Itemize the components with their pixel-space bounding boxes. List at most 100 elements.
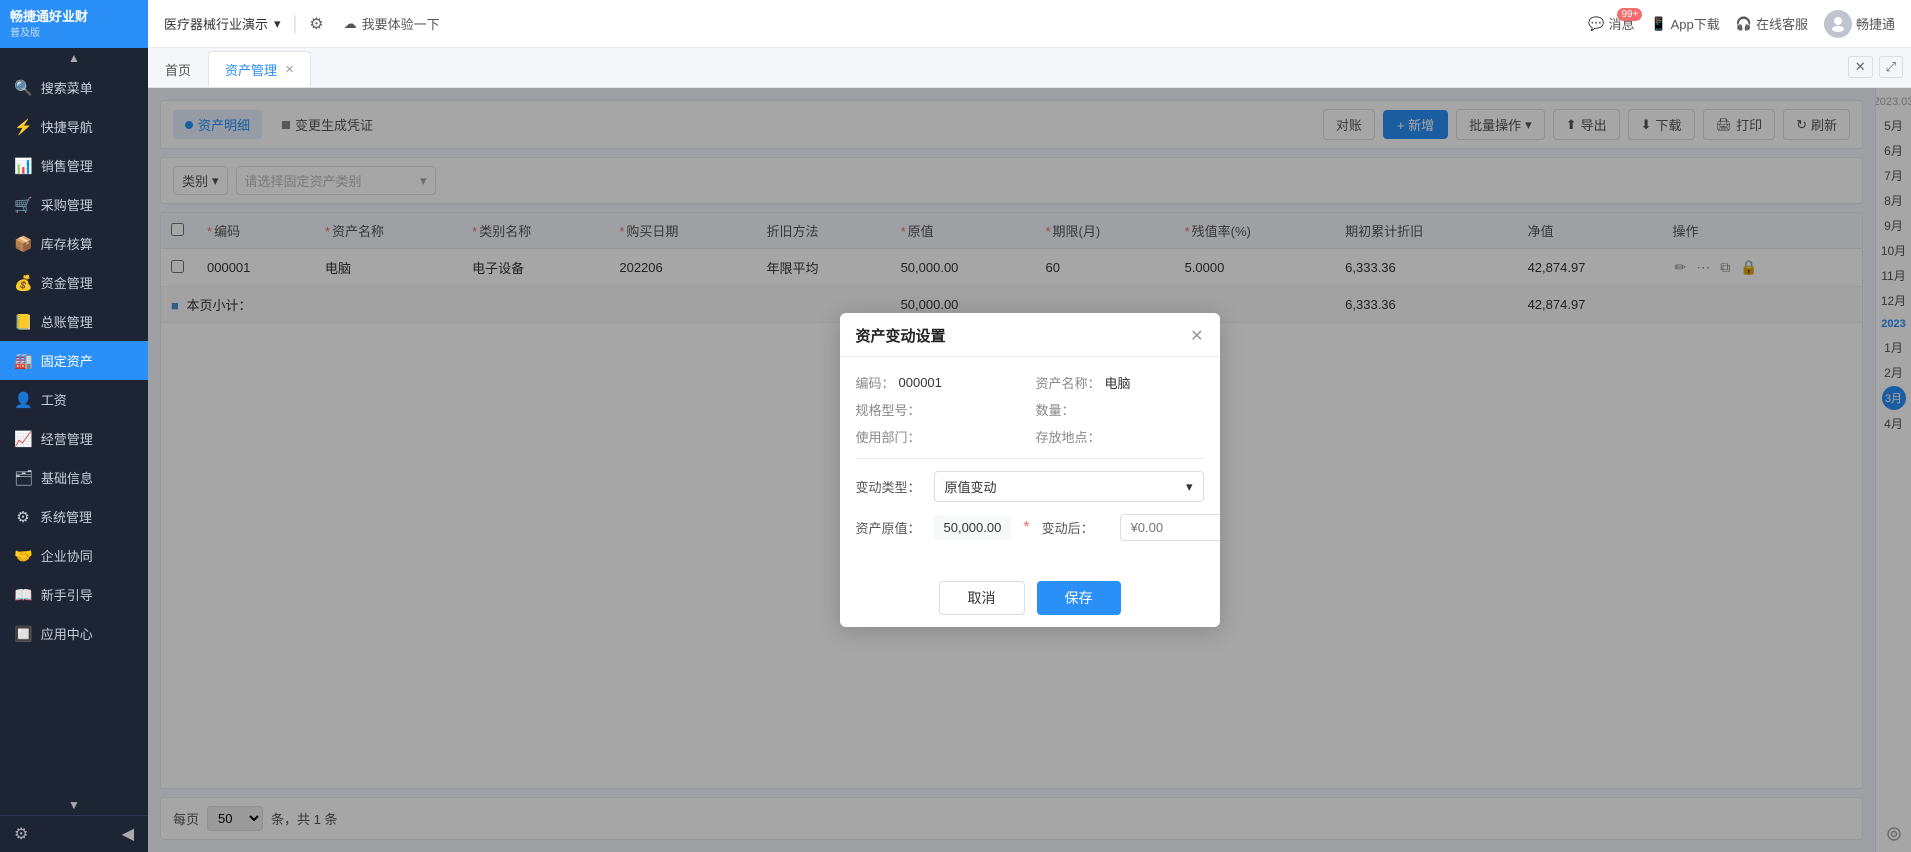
original-value-label: 资产原值： bbox=[856, 518, 926, 537]
online-service-label: 在线客服 bbox=[1756, 14, 1808, 33]
value-change-row: 资产原值： 50,000.00 * 变动后： bbox=[856, 514, 1204, 541]
headset-icon: 🎧 bbox=[1736, 16, 1752, 32]
sidebar-item-purchase[interactable]: 🛒 采购管理 bbox=[0, 185, 148, 224]
modal-name-label: 资产名称： bbox=[1036, 373, 1101, 392]
tab-close-button[interactable]: ✕ bbox=[1848, 56, 1873, 78]
change-type-value: 原值变动 bbox=[945, 477, 997, 496]
tab-asset-management[interactable]: 资产管理 ✕ bbox=[208, 51, 311, 87]
fixed-assets-icon: 🏭 bbox=[14, 352, 33, 370]
quick-nav-icon: ⚡ bbox=[14, 118, 33, 136]
online-service-btn[interactable]: 🎧 在线客服 bbox=[1736, 14, 1808, 33]
settings-icon[interactable]: ⚙ bbox=[14, 824, 28, 844]
sidebar-item-fixed-assets[interactable]: 🏭 固定资产 bbox=[0, 341, 148, 380]
modal-department-label: 使用部门： bbox=[856, 427, 921, 446]
modal-storage-item: 存放地点： bbox=[1036, 427, 1204, 446]
sidebar-scroll-down[interactable]: ▼ bbox=[0, 795, 148, 815]
tabbar-controls: ✕ ⤢ bbox=[1848, 47, 1911, 87]
ledger-icon: 📒 bbox=[14, 313, 33, 331]
modal-spec-label: 规格型号： bbox=[856, 400, 921, 419]
sidebar-item-label: 应用中心 bbox=[41, 624, 93, 643]
sidebar-item-label: 企业协同 bbox=[41, 546, 93, 565]
app-name: 畅捷通好业财 bbox=[10, 9, 88, 25]
company-selector[interactable]: 医疗器械行业演示 ▾ bbox=[164, 14, 281, 33]
sidebar-item-label: 总账管理 bbox=[41, 312, 93, 331]
search-icon: 🔍 bbox=[14, 79, 33, 97]
asset-tab-label: 资产管理 bbox=[225, 60, 277, 79]
sidebar-item-ledger[interactable]: 📒 总账管理 bbox=[0, 302, 148, 341]
sidebar-item-label: 工资 bbox=[41, 390, 67, 409]
collapse-icon[interactable]: ◀ bbox=[122, 824, 134, 844]
after-value-input[interactable] bbox=[1120, 514, 1220, 541]
sidebar-item-search[interactable]: 🔍 搜索菜单 bbox=[0, 68, 148, 107]
modal-quantity-label: 数量： bbox=[1036, 400, 1075, 419]
sidebar-item-label: 快捷导航 bbox=[41, 117, 93, 136]
message-icon: 💬 bbox=[1588, 16, 1604, 32]
sidebar-item-label: 采购管理 bbox=[41, 195, 93, 214]
after-label: 变动后： bbox=[1042, 518, 1112, 537]
username: 畅捷通 bbox=[1856, 14, 1895, 33]
sidebar-item-enterprise[interactable]: 🤝 企业协同 bbox=[0, 536, 148, 575]
sidebar-scroll-up[interactable]: ▲ bbox=[0, 48, 148, 68]
sidebar-item-quick-nav[interactable]: ⚡ 快捷导航 bbox=[0, 107, 148, 146]
modal-name-item: 资产名称： 电脑 bbox=[1036, 373, 1204, 392]
sidebar-item-system[interactable]: ⚙ 系统管理 bbox=[0, 497, 148, 536]
change-type-chevron-icon: ▾ bbox=[1186, 479, 1193, 495]
user-menu[interactable]: 畅捷通 bbox=[1824, 10, 1895, 38]
tab-home[interactable]: 首页 bbox=[148, 51, 208, 87]
modal-header: 资产变动设置 ✕ bbox=[840, 313, 1220, 357]
sidebar-item-app-center[interactable]: 🔲 应用中心 bbox=[0, 614, 148, 653]
modal-close-btn[interactable]: ✕ bbox=[1190, 326, 1203, 346]
modal-quantity-item: 数量： bbox=[1036, 400, 1204, 419]
cancel-btn[interactable]: 取消 bbox=[939, 581, 1025, 615]
modal-body: 编码： 000001 资产名称： 电脑 规格型号： 数量： bbox=[840, 357, 1220, 569]
sidebar-item-label: 系统管理 bbox=[40, 507, 92, 526]
modal-code-item: 编码： 000001 bbox=[856, 373, 1024, 392]
sidebar-bottom: ⚙ ◀ bbox=[0, 815, 148, 852]
sales-icon: 📊 bbox=[14, 157, 33, 175]
sidebar-item-label: 新手引导 bbox=[41, 585, 93, 604]
sidebar-nav: 🔍 搜索菜单 ⚡ 快捷导航 📊 销售管理 🛒 采购管理 📦 库存核算 💰 资金管… bbox=[0, 68, 148, 795]
settings-gear-icon[interactable]: ⚙ bbox=[309, 14, 323, 34]
modal-name-value: 电脑 bbox=[1105, 373, 1131, 392]
operations-icon: 📈 bbox=[14, 430, 33, 448]
sidebar-item-label: 经营管理 bbox=[41, 429, 93, 448]
sidebar-item-guide[interactable]: 📖 新手引导 bbox=[0, 575, 148, 614]
topbar: 医疗器械行业演示 ▾ | ⚙ ☁ 我要体验一下 💬 消息 99+ 📱 App下载… bbox=[148, 0, 1911, 48]
sidebar: 畅捷通好业财 普及版 ▲ 🔍 搜索菜单 ⚡ 快捷导航 📊 销售管理 🛒 采购管理… bbox=[0, 0, 148, 852]
sidebar-item-label: 基础信息 bbox=[41, 468, 93, 487]
sidebar-item-operations[interactable]: 📈 经营管理 bbox=[0, 419, 148, 458]
messages-btn[interactable]: 💬 消息 99+ bbox=[1588, 14, 1634, 33]
trial-btn[interactable]: ☁ 我要体验一下 bbox=[344, 14, 440, 33]
sidebar-item-label: 库存核算 bbox=[41, 234, 93, 253]
app-download-btn[interactable]: 📱 App下载 bbox=[1650, 14, 1719, 33]
inventory-icon: 📦 bbox=[14, 235, 33, 253]
sidebar-item-basic-info[interactable]: 🗂 基础信息 bbox=[0, 458, 148, 497]
modal-code-value: 000001 bbox=[899, 375, 942, 390]
save-btn[interactable]: 保存 bbox=[1037, 581, 1121, 615]
capital-icon: 💰 bbox=[14, 274, 33, 292]
sidebar-item-label: 销售管理 bbox=[41, 156, 93, 175]
sidebar-item-label: 固定资产 bbox=[41, 351, 93, 370]
avatar bbox=[1824, 10, 1852, 38]
tab-close-icon[interactable]: ✕ bbox=[285, 63, 294, 76]
content-area: 资产明细 变更生成凭证 对账 + 新增 批量操作 ▾ ⬆ bbox=[148, 88, 1911, 852]
change-type-label: 变动类型： bbox=[856, 477, 926, 496]
tabbar: 首页 资产管理 ✕ ✕ ⤢ bbox=[148, 48, 1911, 88]
sidebar-item-payroll[interactable]: 👤 工资 bbox=[0, 380, 148, 419]
app-download-label: App下载 bbox=[1671, 14, 1720, 33]
modal-overlay: 资产变动设置 ✕ 编码： 000001 资产名称： 电脑 bbox=[148, 88, 1911, 852]
system-icon: ⚙ bbox=[14, 508, 32, 526]
chevron-down-icon: ▾ bbox=[274, 16, 281, 32]
change-type-select[interactable]: 原值变动 ▾ bbox=[934, 471, 1204, 502]
modal-storage-label: 存放地点： bbox=[1036, 427, 1101, 446]
sidebar-item-label: 资金管理 bbox=[41, 273, 93, 292]
sidebar-item-inventory[interactable]: 📦 库存核算 bbox=[0, 224, 148, 263]
sidebar-item-capital[interactable]: 💰 资金管理 bbox=[0, 263, 148, 302]
basic-info-icon: 🗂 bbox=[14, 469, 33, 487]
messages-badge: 99+ bbox=[1617, 8, 1642, 21]
sidebar-item-sales[interactable]: 📊 销售管理 bbox=[0, 146, 148, 185]
topbar-right: 💬 消息 99+ 📱 App下载 🎧 在线客服 畅捷通 bbox=[1588, 10, 1895, 38]
main-area: 医疗器械行业演示 ▾ | ⚙ ☁ 我要体验一下 💬 消息 99+ 📱 App下载… bbox=[148, 0, 1911, 852]
app-edition: 普及版 bbox=[10, 24, 88, 39]
tab-expand-button[interactable]: ⤢ bbox=[1879, 56, 1903, 78]
